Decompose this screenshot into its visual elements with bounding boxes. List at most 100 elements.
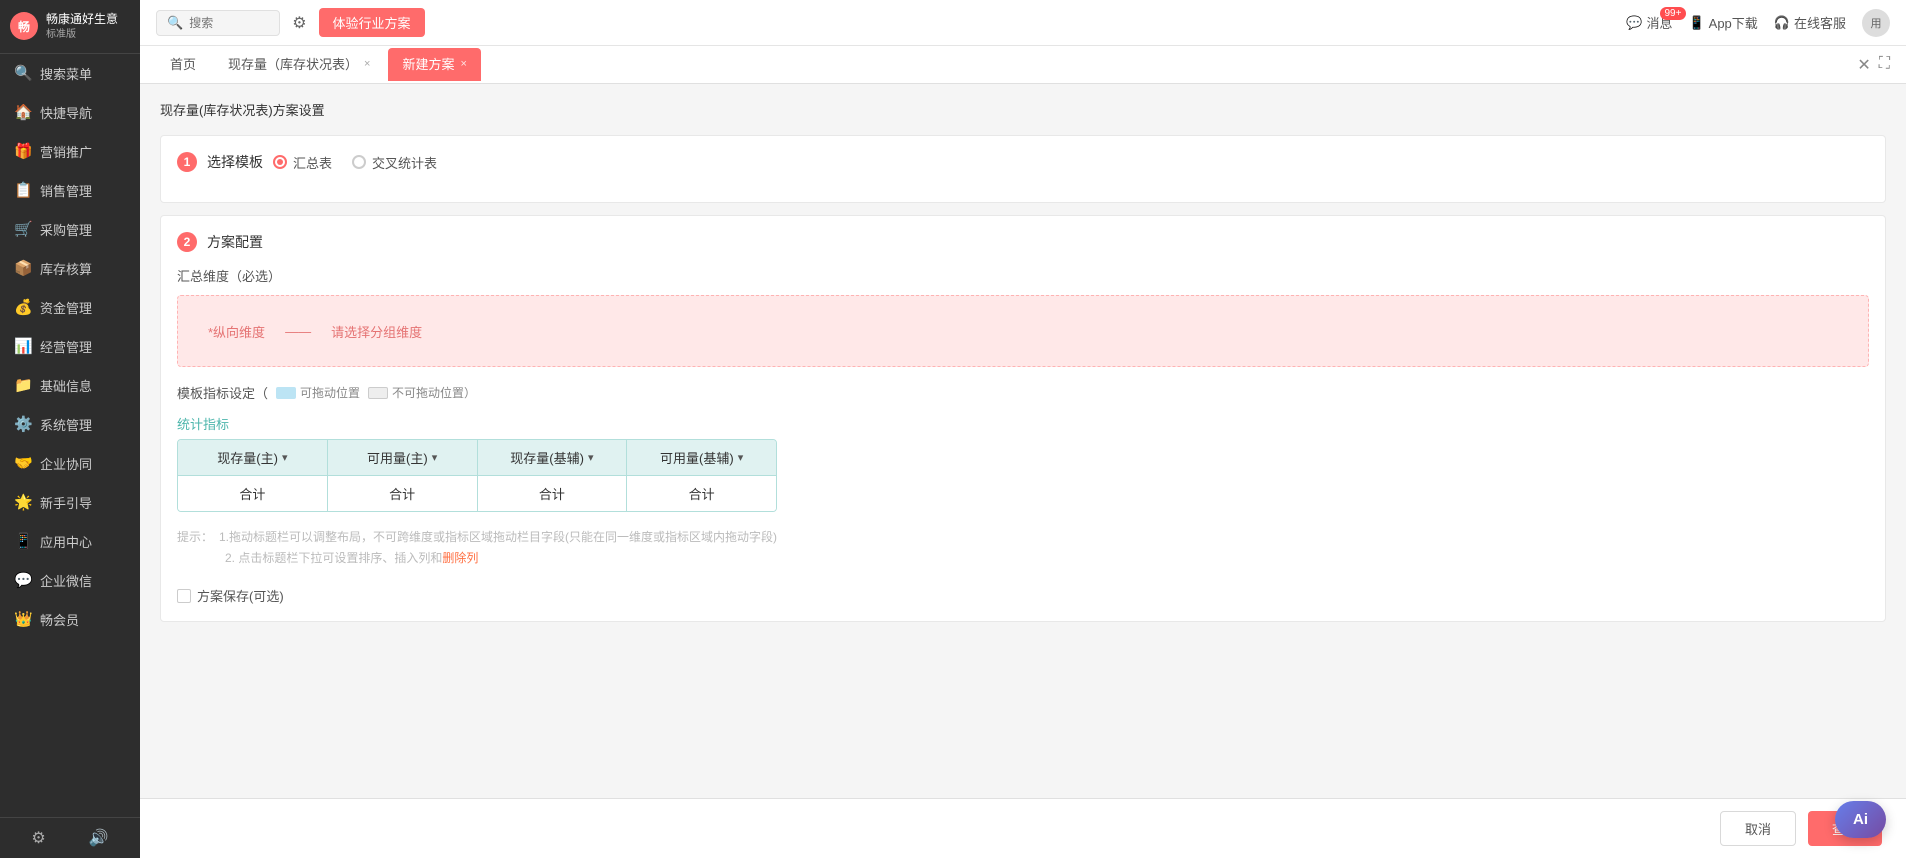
sidebar-item-sales[interactable]: 📋 销售管理 <box>0 171 140 210</box>
tab-inventory-close[interactable]: × <box>364 58 370 70</box>
sidebar-item-wechat[interactable]: 💬 企业微信 <box>0 561 140 600</box>
sidebar-item-marketing[interactable]: 🎁 营销推广 <box>0 132 140 171</box>
sidebar-item-enterprise[interactable]: 🤝 企业协同 <box>0 444 140 483</box>
settings-icon[interactable]: ⚙ <box>31 828 45 848</box>
user-avatar[interactable]: 用 <box>1862 9 1890 37</box>
save-checkbox[interactable] <box>177 589 191 603</box>
section-step1: 1 选择模板 汇总表 交叉统计表 <box>160 135 1886 203</box>
chevron-col4: ▾ <box>738 451 744 464</box>
sidebar-item-quick-nav[interactable]: 🏠 快捷导航 <box>0 93 140 132</box>
sidebar-item-basic-info[interactable]: 📁 基础信息 <box>0 366 140 405</box>
stats-col-1[interactable]: 现存量(主) ▾ <box>178 440 328 475</box>
marketing-icon: 🎁 <box>14 142 32 160</box>
tab-new-plan[interactable]: 新建方案 × <box>388 48 480 81</box>
tip-1: 提示： 1.拖动标题栏可以调整布局，不可跨维度或指标区域拖动栏目字段(只能在同一… <box>177 528 1869 545</box>
sales-icon: 📋 <box>14 181 32 199</box>
sidebar-item-search-menu[interactable]: 🔍 搜索菜单 <box>0 54 140 93</box>
stats-cell-1-3: 合计 <box>478 476 628 511</box>
sidebar: 畅 畅康通好生意 标准版 🔍 搜索菜单 🏠 快捷导航 🎁 营销推广 📋 销售管理… <box>0 0 140 858</box>
chevron-col1: ▾ <box>282 451 288 464</box>
sidebar-logo: 畅 畅康通好生意 标准版 <box>0 0 140 54</box>
chevron-col2: ▾ <box>432 451 438 464</box>
dimension-area[interactable]: *纵向维度 —— 请选择分组维度 <box>177 295 1869 367</box>
dimension-placeholder: *纵向维度 —— 请选择分组维度 <box>208 322 422 341</box>
bell-icon: 💬 <box>1626 15 1642 31</box>
online-service-link[interactable]: 🎧 在线客服 <box>1774 13 1846 32</box>
app-download-link[interactable]: 📱 App下载 <box>1688 13 1757 32</box>
app-center-icon: 📱 <box>14 532 32 550</box>
new-guide-icon: 🌟 <box>14 493 32 511</box>
bottom-bar: 取消 查询 <box>140 798 1906 858</box>
search-menu-icon: 🔍 <box>14 64 32 82</box>
tips-section: 提示： 1.拖动标题栏可以调整布局，不可跨维度或指标区域拖动栏目字段(只能在同一… <box>177 528 1869 566</box>
step2-header: 2 方案配置 <box>177 232 1869 252</box>
sidebar-item-operations[interactable]: 📊 经营管理 <box>0 327 140 366</box>
page-content: 现存量(库存状况表)方案设置 1 选择模板 汇总表 交叉统计表 <box>140 84 1906 798</box>
headset-icon: 🎧 <box>1774 15 1790 31</box>
notification-badge: 99+ <box>1660 7 1687 20</box>
stats-col-4[interactable]: 可用量(基辅) ▾ <box>627 440 776 475</box>
trial-button[interactable]: 体验行业方案 <box>319 8 425 37</box>
topbar: 🔍 ⚙ 体验行业方案 💬 消息 99+ 📱 App下载 🎧 在线客服 用 <box>140 0 1906 46</box>
stats-col-3[interactable]: 现存量(基辅) ▾ <box>478 440 628 475</box>
step2-title: 方案配置 <box>207 232 263 252</box>
legend-draggable: 可拖动位置 <box>276 384 360 401</box>
sidebar-bottom: ⚙ 🔊 <box>0 817 140 858</box>
enterprise-icon: 🤝 <box>14 454 32 472</box>
stats-data-row-1: 合计 合计 合计 合计 <box>178 475 776 511</box>
expand-tab-btn[interactable]: ⛶ <box>1879 55 1890 75</box>
stats-col-2[interactable]: 可用量(主) ▾ <box>328 440 478 475</box>
stats-cell-1-2: 合计 <box>328 476 478 511</box>
stats-label: 统计指标 <box>177 414 1869 433</box>
tab-new-close[interactable]: × <box>460 58 466 70</box>
sidebar-item-new-guide[interactable]: 🌟 新手引导 <box>0 483 140 522</box>
radio-crosstab-circle <box>352 155 366 169</box>
notification-button[interactable]: 💬 消息 99+ <box>1626 13 1672 32</box>
tabs-actions: ✕ ⛶ <box>1857 55 1890 75</box>
ai-bubble[interactable]: Ai <box>1835 801 1886 838</box>
cancel-button[interactable]: 取消 <box>1720 811 1796 846</box>
sidebar-item-system[interactable]: ⚙️ 系统管理 <box>0 405 140 444</box>
sound-icon[interactable]: 🔊 <box>89 828 109 848</box>
save-option[interactable]: 方案保存(可选) <box>177 586 1869 605</box>
sidebar-nav: 🔍 搜索菜单 🏠 快捷导航 🎁 营销推广 📋 销售管理 🛒 采购管理 📦 库存核… <box>0 54 140 817</box>
tab-home[interactable]: 首页 <box>156 48 210 81</box>
radio-summary[interactable]: 汇总表 <box>273 153 332 172</box>
radio-summary-circle <box>273 155 287 169</box>
stats-cell-1-1: 合计 <box>178 476 328 511</box>
tab-inventory-status[interactable]: 现存量（库存状况表） × <box>214 48 384 81</box>
logo-icon: 畅 <box>10 12 38 40</box>
chevron-col3: ▾ <box>588 451 594 464</box>
step1-badge: 1 <box>177 152 197 172</box>
legend-non-draggable-box <box>368 387 388 399</box>
sidebar-item-inventory[interactable]: 📦 库存核算 <box>0 249 140 288</box>
finance-icon: 💰 <box>14 298 32 316</box>
quick-nav-icon: 🏠 <box>14 103 32 121</box>
section-step2: 2 方案配置 汇总维度（必选） *纵向维度 —— 请选择分组维度 模板指标设定（ <box>160 215 1886 622</box>
purchase-icon: 🛒 <box>14 220 32 238</box>
basic-info-icon: 📁 <box>14 376 32 394</box>
template-radio-group: 汇总表 交叉统计表 <box>273 153 437 172</box>
step1-header: 1 选择模板 汇总表 交叉统计表 <box>177 152 1869 172</box>
stats-section: 统计指标 现存量(主) ▾ 可用量(主) ▾ 现存量(基辅) <box>177 414 1869 512</box>
member-icon: 👑 <box>14 610 32 628</box>
legend-non-draggable: 不可拖动位置） <box>368 384 476 401</box>
tip-2: 2. 点击标题栏下拉可设置排序、插入列和删除列 <box>177 549 1869 566</box>
tabs-bar: 首页 现存量（库存状况表） × 新建方案 × ✕ ⛶ <box>140 46 1906 84</box>
legend-draggable-box <box>276 387 296 399</box>
search-input[interactable] <box>189 16 269 30</box>
search-box[interactable]: 🔍 <box>156 10 280 36</box>
page-title: 现存量(库存状况表)方案设置 <box>160 100 1886 119</box>
sidebar-item-purchase[interactable]: 🛒 采购管理 <box>0 210 140 249</box>
radio-crosstab[interactable]: 交叉统计表 <box>352 153 437 172</box>
step2-badge: 2 <box>177 232 197 252</box>
sidebar-item-finance[interactable]: 💰 资金管理 <box>0 288 140 327</box>
logo-text: 畅康通好生意 标准版 <box>46 12 118 41</box>
topbar-right: 💬 消息 99+ 📱 App下载 🎧 在线客服 用 <box>1626 9 1890 37</box>
sidebar-item-app-center[interactable]: 📱 应用中心 <box>0 522 140 561</box>
sidebar-item-member[interactable]: 👑 畅会员 <box>0 600 140 639</box>
gear-icon[interactable]: ⚙ <box>292 13 306 33</box>
close-tab-btn[interactable]: ✕ <box>1857 55 1870 75</box>
stats-header-row: 现存量(主) ▾ 可用量(主) ▾ 现存量(基辅) ▾ 可用量(基辅) <box>178 440 776 475</box>
system-icon: ⚙️ <box>14 415 32 433</box>
